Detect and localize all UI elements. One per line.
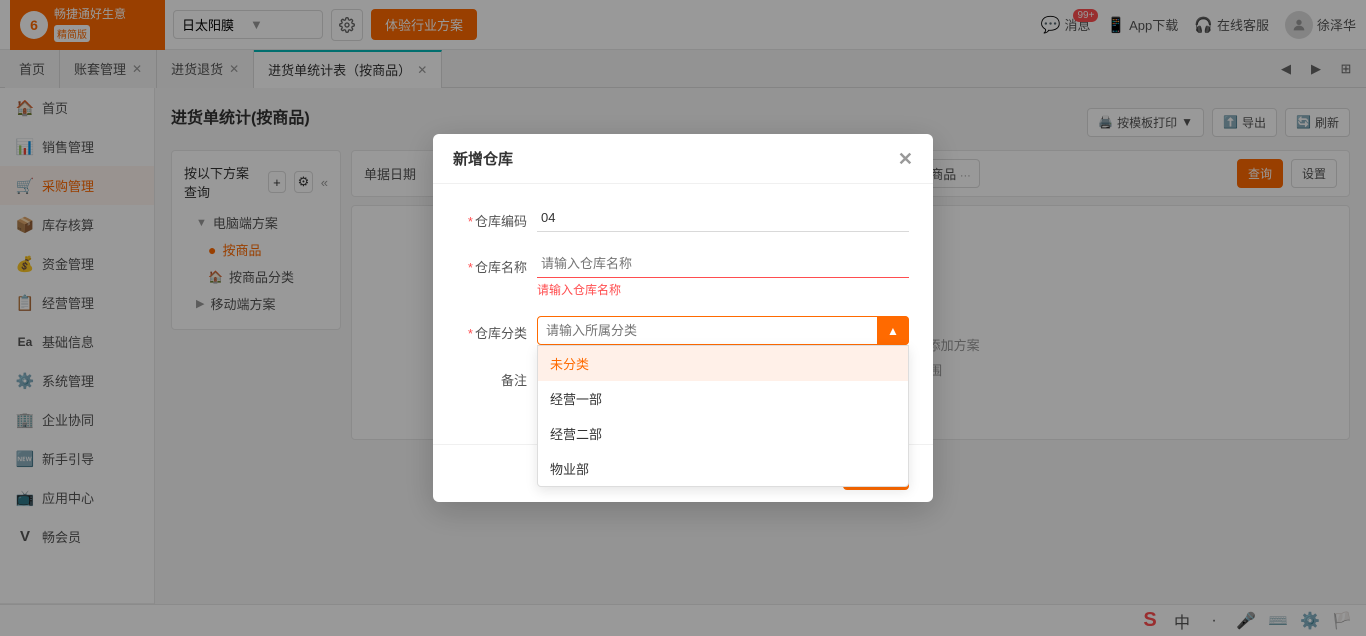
dropdown-option-unclassified[interactable]: 未分类	[538, 346, 908, 381]
dialog-title: 新增仓库	[453, 148, 513, 169]
warehouse-code-label: *仓库编码	[457, 204, 537, 230]
warehouse-name-wrap: 请输入仓库名称	[537, 250, 909, 298]
warehouse-code-input[interactable]	[537, 204, 909, 232]
modal-overlay: 新增仓库 ✕ *仓库编码 *仓库名称 请输入仓库名称	[0, 0, 1366, 636]
dialog-body: *仓库编码 *仓库名称 请输入仓库名称 *仓库分类	[433, 184, 933, 444]
dropdown-option-ops2[interactable]: 经营二部	[538, 416, 908, 451]
category-dropdown-toggle[interactable]: ▲	[877, 316, 909, 345]
category-dropdown-list: 未分类 经营一部 经营二部 物业部	[537, 345, 909, 487]
form-row-category: *仓库分类 ▲ 未分类 经营一部 经营二部 物业部	[457, 316, 909, 345]
notes-label: 备注	[457, 363, 537, 389]
warehouse-code-wrap	[537, 204, 909, 232]
form-row-code: *仓库编码	[457, 204, 909, 232]
warehouse-category-input[interactable]	[537, 316, 909, 345]
add-warehouse-dialog: 新增仓库 ✕ *仓库编码 *仓库名称 请输入仓库名称	[433, 134, 933, 502]
warehouse-name-label: *仓库名称	[457, 250, 537, 276]
chevron-up-icon: ▲	[887, 324, 899, 338]
dropdown-option-property[interactable]: 物业部	[538, 451, 908, 486]
dialog-header: 新增仓库 ✕	[433, 134, 933, 184]
dropdown-option-ops1[interactable]: 经营一部	[538, 381, 908, 416]
warehouse-category-wrap: ▲ 未分类 经营一部 经营二部 物业部	[537, 316, 909, 345]
warehouse-category-label: *仓库分类	[457, 316, 537, 342]
warehouse-name-input[interactable]	[537, 250, 909, 278]
form-row-name: *仓库名称 请输入仓库名称	[457, 250, 909, 298]
warehouse-name-error: 请输入仓库名称	[537, 281, 909, 298]
dialog-close-btn[interactable]: ✕	[898, 150, 913, 168]
